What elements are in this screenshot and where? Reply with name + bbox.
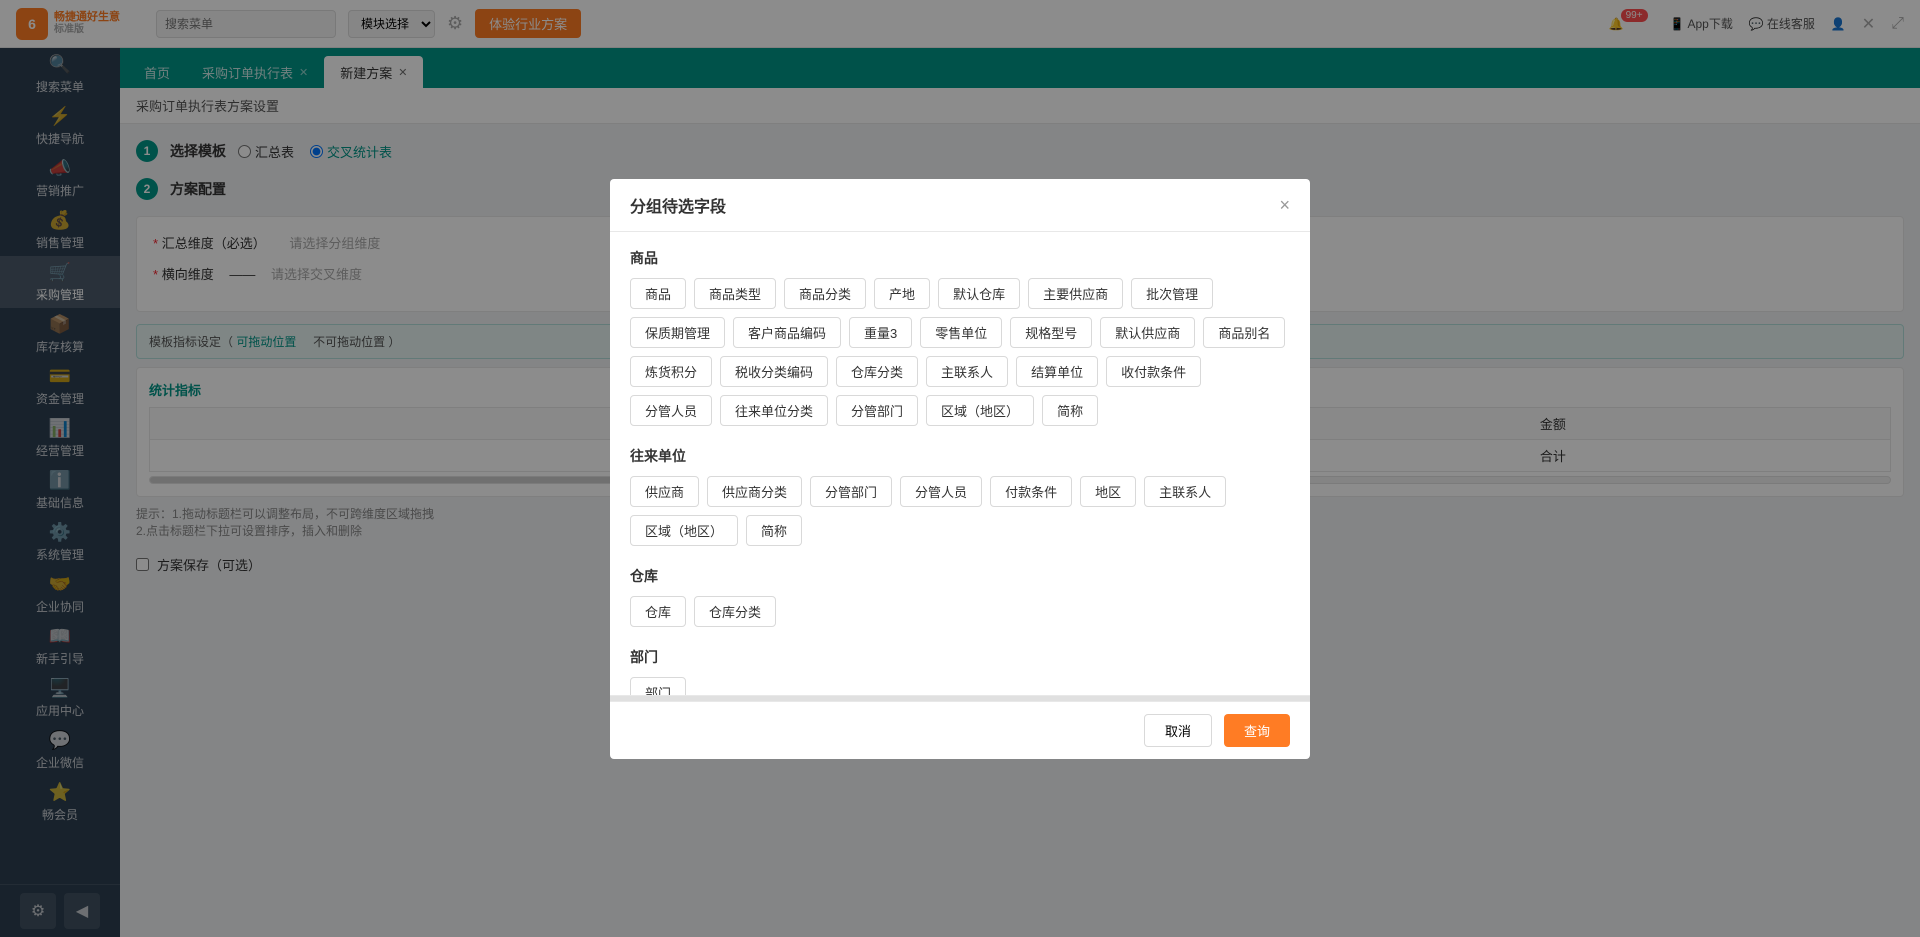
- field-tag-supplier[interactable]: 供应商: [630, 476, 699, 507]
- section-warehouse-title: 仓库: [630, 566, 1290, 586]
- field-tag-partner-category[interactable]: 往来单位分类: [720, 395, 828, 426]
- modal-footer: 取消 查询: [610, 701, 1310, 759]
- modal-hscroll-thumb: [610, 696, 1310, 700]
- field-tag-supplier-category[interactable]: 供应商分类: [707, 476, 802, 507]
- section-goods-title: 商品: [630, 248, 1290, 268]
- modal-hscroll[interactable]: [610, 695, 1310, 700]
- field-tag-points[interactable]: 炼货积分: [630, 356, 712, 387]
- field-tag-customer-code[interactable]: 客户商品编码: [733, 317, 841, 348]
- field-tag-wh[interactable]: 仓库: [630, 596, 686, 627]
- field-tag-area[interactable]: 地区: [1080, 476, 1136, 507]
- field-tag-origin[interactable]: 产地: [874, 278, 930, 309]
- field-tag-tax-code[interactable]: 税收分类编码: [720, 356, 828, 387]
- field-tag-default-warehouse[interactable]: 默认仓库: [938, 278, 1020, 309]
- field-tag-retail-unit[interactable]: 零售单位: [920, 317, 1002, 348]
- field-tag-goods-alias[interactable]: 商品别名: [1203, 317, 1285, 348]
- confirm-button[interactable]: 查询: [1224, 714, 1290, 747]
- field-tag-dept[interactable]: 分管部门: [836, 395, 918, 426]
- field-tag-batch-mgmt[interactable]: 批次管理: [1131, 278, 1213, 309]
- modal-header: 分组待选字段 ×: [610, 179, 1310, 232]
- field-tag-region[interactable]: 区域（地区）: [926, 395, 1034, 426]
- section-goods: 商品 商品 商品类型 商品分类 产地 默认仓库 主要供应商 批次管理 保质期管理…: [630, 248, 1290, 426]
- section-goods-tags: 商品 商品类型 商品分类 产地 默认仓库 主要供应商 批次管理 保质期管理 客户…: [630, 278, 1290, 426]
- field-tag-weight3[interactable]: 重量3: [849, 317, 912, 348]
- field-tag-partner-region[interactable]: 区域（地区）: [630, 515, 738, 546]
- field-tag-supervisor[interactable]: 分管人员: [630, 395, 712, 426]
- field-tag-wh-category[interactable]: 仓库分类: [694, 596, 776, 627]
- field-tag-partner-short[interactable]: 简称: [746, 515, 802, 546]
- section-warehouse-tags: 仓库 仓库分类: [630, 596, 1290, 627]
- modal-body: 商品 商品 商品类型 商品分类 产地 默认仓库 主要供应商 批次管理 保质期管理…: [610, 232, 1310, 696]
- modal-overlay: 分组待选字段 × 商品 商品 商品类型 商品分类 产地 默认仓库 主要供应商 批…: [0, 0, 1920, 937]
- field-tag-warehouse-category[interactable]: 仓库分类: [836, 356, 918, 387]
- field-tag-partner-contact[interactable]: 主联系人: [1144, 476, 1226, 507]
- section-dept-title: 部门: [630, 647, 1290, 667]
- field-tag-partner-supervisor[interactable]: 分管人员: [900, 476, 982, 507]
- section-warehouse: 仓库 仓库 仓库分类: [630, 566, 1290, 627]
- field-tag-goods-type[interactable]: 商品类型: [694, 278, 776, 309]
- field-tag-short-name[interactable]: 简称: [1042, 395, 1098, 426]
- field-select-modal: 分组待选字段 × 商品 商品 商品类型 商品分类 产地 默认仓库 主要供应商 批…: [610, 179, 1310, 759]
- field-tag-department[interactable]: 部门: [630, 677, 686, 696]
- section-partner-title: 往来单位: [630, 446, 1290, 466]
- field-tag-pay-terms[interactable]: 付款条件: [990, 476, 1072, 507]
- field-tag-settlement-unit[interactable]: 结算单位: [1016, 356, 1098, 387]
- modal-title: 分组待选字段: [630, 193, 726, 217]
- section-partner-tags: 供应商 供应商分类 分管部门 分管人员 付款条件 地区 主联系人 区域（地区） …: [630, 476, 1290, 546]
- field-tag-goods-category[interactable]: 商品分类: [784, 278, 866, 309]
- field-tag-default-supplier[interactable]: 默认供应商: [1100, 317, 1195, 348]
- field-tag-main-supplier[interactable]: 主要供应商: [1028, 278, 1123, 309]
- section-department: 部门 部门: [630, 647, 1290, 696]
- field-tag-main-contact[interactable]: 主联系人: [926, 356, 1008, 387]
- field-tag-payment-terms[interactable]: 收付款条件: [1106, 356, 1201, 387]
- field-tag-spec-model[interactable]: 规格型号: [1010, 317, 1092, 348]
- section-dept-tags: 部门: [630, 677, 1290, 696]
- modal-close-button[interactable]: ×: [1279, 196, 1290, 214]
- field-tag-expiry-mgmt[interactable]: 保质期管理: [630, 317, 725, 348]
- field-tag-goods[interactable]: 商品: [630, 278, 686, 309]
- cancel-button[interactable]: 取消: [1144, 714, 1212, 747]
- section-partner: 往来单位 供应商 供应商分类 分管部门 分管人员 付款条件 地区 主联系人 区域…: [630, 446, 1290, 546]
- field-tag-partner-dept[interactable]: 分管部门: [810, 476, 892, 507]
